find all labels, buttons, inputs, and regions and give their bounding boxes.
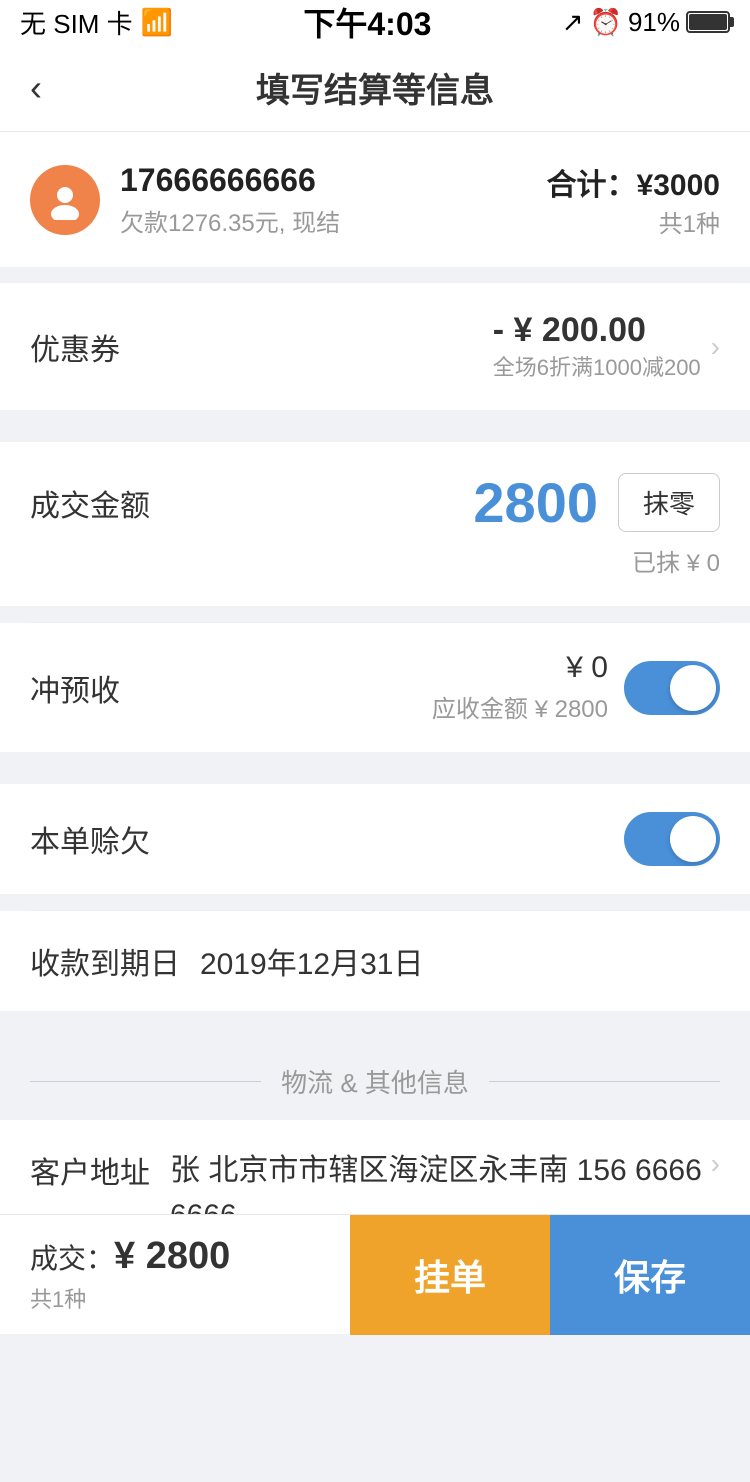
duedate-section: 收款到期日 2019年12月31日 (0, 911, 750, 1011)
customer-right: 合计：¥3000 共1种 (547, 160, 720, 239)
logistics-line-left (30, 1081, 261, 1082)
prepay-row: 冲预收 ¥ 0 应收金额 ¥ 2800 (30, 651, 720, 724)
gray-separator-2 (0, 768, 750, 784)
amount-label: 成交金额 (30, 481, 150, 525)
wifi-icon: 📶 (141, 7, 173, 38)
hold-button[interactable]: 挂单 (350, 1215, 550, 1335)
avatar (30, 165, 100, 235)
amount-value: 2800 (473, 470, 598, 535)
debt-toggle-knob (670, 816, 716, 862)
debt-label: 本单赊欠 (30, 817, 150, 861)
battery-label: 91% (628, 7, 680, 38)
prepay-amount: ¥ 0 (432, 651, 608, 685)
summary-amount: ¥ 2800 (114, 1235, 230, 1277)
save-button[interactable]: 保存 (550, 1215, 750, 1335)
status-left: 无 SIM 卡 📶 (20, 4, 173, 41)
customer-phone: 17666666666 (120, 162, 340, 199)
logistics-line-right (489, 1081, 720, 1082)
round-button[interactable]: 抹零 (618, 473, 720, 532)
summary-prefix: 成交： (30, 1243, 114, 1274)
customer-section: 17666666666 欠款1276.35元, 现结 合计：¥3000 共1种 (0, 132, 750, 267)
address-chevron-icon: › (711, 1148, 720, 1180)
coupon-label: 优惠券 (30, 325, 120, 369)
back-button[interactable]: ‹ (20, 57, 52, 119)
gray-separator-3 (0, 1027, 750, 1043)
chevron-right-icon: › (711, 331, 720, 363)
bottom-summary: 成交：¥ 2800 共1种 (0, 1235, 350, 1314)
prepay-sub: 应收金额 ¥ 2800 (432, 689, 608, 724)
debt-section: 本单赊欠 (0, 784, 750, 894)
prepay-toggle[interactable] (624, 661, 720, 715)
total-count: 共1种 (547, 204, 720, 239)
debt-inner: 本单赊欠 (0, 784, 750, 894)
bottom-summary-top: 成交：¥ 2800 (30, 1235, 320, 1278)
status-right: ↗ ⏰ 91% (562, 7, 730, 38)
nav-bar: ‹ 填写结算等信息 (0, 44, 750, 132)
duedate-value: 2019年12月31日 (200, 939, 423, 983)
battery-icon (686, 11, 730, 33)
prepay-section: 冲预收 ¥ 0 应收金额 ¥ 2800 (0, 623, 750, 752)
debt-row: 本单赊欠 (30, 812, 720, 866)
alarm-icon: ⏰ (590, 7, 622, 38)
prepay-right: ¥ 0 应收金额 ¥ 2800 (432, 651, 720, 724)
gray-separator (0, 426, 750, 442)
carrier-label: 无 SIM 卡 (20, 4, 133, 41)
amount-inner: 成交金额 2800 抹零 已抹 ¥ 0 (0, 442, 750, 606)
amount-row: 成交金额 2800 抹零 (30, 470, 720, 535)
customer-row: 17666666666 欠款1276.35元, 现结 合计：¥3000 共1种 (0, 132, 750, 267)
amount-sub: 已抹 ¥ 0 (30, 543, 720, 578)
logistics-text: 物流 & 其他信息 (281, 1063, 469, 1100)
coupon-sub: 全场6折满1000减200 (493, 350, 701, 382)
coupon-right: - ¥ 200.00 全场6折满1000减200 › (493, 311, 720, 382)
status-bar: 无 SIM 卡 📶 下午4:03 ↗ ⏰ 91% (0, 0, 750, 44)
coupon-section[interactable]: 优惠券 - ¥ 200.00 全场6折满1000减200 › (0, 283, 750, 410)
customer-sub: 欠款1276.35元, 现结 (120, 203, 340, 238)
logistics-header: 物流 & 其他信息 (0, 1043, 750, 1120)
toggle-knob (670, 665, 716, 711)
duedate-label: 收款到期日 (30, 939, 180, 983)
coupon-discount: - ¥ 200.00 (493, 311, 701, 350)
location-icon: ↗ (562, 7, 584, 38)
duedate-inner: 收款到期日 2019年12月31日 (0, 911, 750, 1011)
prepay-label: 冲预收 (30, 666, 120, 710)
duedate-row: 收款到期日 2019年12月31日 (30, 939, 720, 983)
address-label: 客户地址 (30, 1148, 150, 1192)
bottom-bar: 成交：¥ 2800 共1种 挂单 保存 (0, 1214, 750, 1334)
coupon-row[interactable]: 优惠券 - ¥ 200.00 全场6折满1000减200 › (0, 283, 750, 410)
total-label: 合计：¥3000 (547, 160, 720, 204)
debt-toggle[interactable] (624, 812, 720, 866)
amount-right: 2800 抹零 (473, 470, 720, 535)
amount-section: 成交金额 2800 抹零 已抹 ¥ 0 (0, 442, 750, 606)
customer-info: 17666666666 欠款1276.35元, 现结 (120, 162, 340, 238)
prepay-inner: 冲预收 ¥ 0 应收金额 ¥ 2800 (0, 623, 750, 752)
bottom-summary-count: 共1种 (30, 1282, 320, 1314)
status-time: 下午4:03 (303, 0, 431, 45)
customer-left: 17666666666 欠款1276.35元, 现结 (30, 162, 340, 238)
page-title: 填写结算等信息 (256, 63, 494, 112)
